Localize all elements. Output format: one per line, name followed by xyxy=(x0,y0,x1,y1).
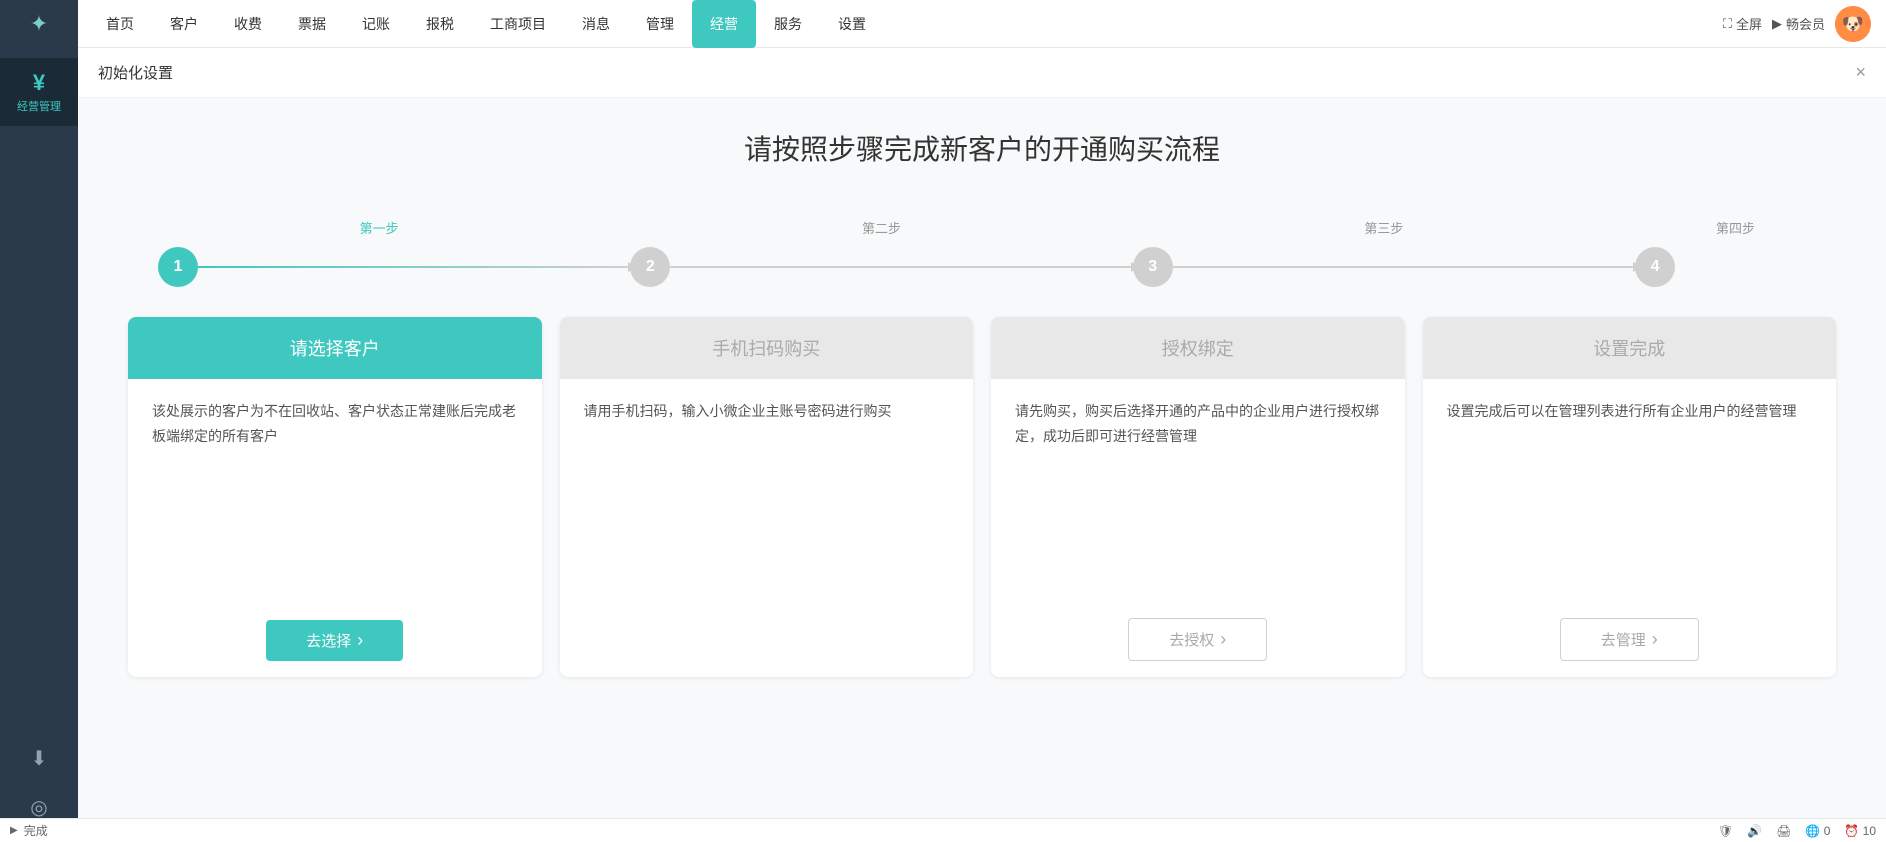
step3-circle: 3 xyxy=(1133,247,1173,287)
step3-btn-arrow: › xyxy=(1220,629,1226,650)
volume-icon: 🔊 xyxy=(1747,824,1762,838)
shield-icon: 🛡 xyxy=(1718,824,1733,838)
nav-billing[interactable]: 收费 xyxy=(216,0,280,48)
vip-label: 畅会员 xyxy=(1786,14,1825,33)
print-icon: 🖨 xyxy=(1776,824,1791,838)
nav-message[interactable]: 消息 xyxy=(564,0,628,48)
step-wrapper-4: 第四步 4 xyxy=(1635,218,1836,287)
step4-label: 第四步 xyxy=(1716,218,1755,237)
step2-connector xyxy=(670,266,1132,268)
step1-btn-arrow: › xyxy=(357,630,363,651)
step1-circle: 1 xyxy=(158,247,198,287)
step4-circle: 4 xyxy=(1635,247,1675,287)
content-area: 请按照步骤完成新客户的开通购买流程 第一步 1 第二步 2 xyxy=(78,98,1886,818)
play-icon: ▶ xyxy=(10,825,18,836)
close-button[interactable]: × xyxy=(1855,62,1866,83)
download-icon: ⬇ xyxy=(31,746,48,771)
fullscreen-label: 全屏 xyxy=(1736,14,1762,33)
vip-icon: ▶ xyxy=(1772,16,1782,32)
step4-card: 设置完成 设置完成后可以在管理列表进行所有企业用户的经营管理 去管理 › xyxy=(1423,317,1837,677)
step3-action-button[interactable]: 去授权 › xyxy=(1128,618,1267,661)
step3-card-body: 请先购买，购买后选择开通的产品中的企业用户进行授权绑定，成功后即可进行经营管理 xyxy=(991,379,1405,602)
page-header: 初始化设置 × xyxy=(78,48,1886,98)
step3-card: 授权绑定 请先购买，购买后选择开通的产品中的企业用户进行授权绑定，成功后即可进行… xyxy=(991,317,1405,677)
svg-text:🐶: 🐶 xyxy=(1842,14,1864,34)
step4-btn-label: 去管理 xyxy=(1601,629,1646,650)
top-navigation: ✦ 首页 客户 收费 票据 记账 报税 工商项目 消息 管理 经营 服务 设置 … xyxy=(0,0,1886,48)
step4-btn-arrow: › xyxy=(1652,629,1658,650)
step2-card-body: 请用手机扫码，输入小微企业主账号密码进行购买 xyxy=(560,379,974,645)
sidebar-item-finance[interactable]: ¥ 经营管理 xyxy=(0,58,78,126)
logo-icon: ✦ xyxy=(30,11,48,37)
fullscreen-icon: ⛶ xyxy=(1723,16,1732,32)
nav-operations[interactable]: 经营 xyxy=(692,0,756,48)
sidebar-item-label: 经营管理 xyxy=(17,100,61,114)
step2-label: 第二步 xyxy=(862,218,901,237)
step-wrapper-2: 第二步 2 xyxy=(630,218,1132,287)
step1-card: 请选择客户 该处展示的客户为不在回收站、客户状态正常建账后完成老板端绑定的所有客… xyxy=(128,317,542,677)
step2-card-footer xyxy=(560,645,974,677)
nav-service[interactable]: 服务 xyxy=(756,0,820,48)
avatar[interactable]: 🐶 xyxy=(1835,6,1871,42)
cards-container: 请选择客户 该处展示的客户为不在回收站、客户状态正常建账后完成老板端绑定的所有客… xyxy=(128,317,1836,677)
step3-label: 第三步 xyxy=(1364,218,1403,237)
page-main-title: 请按照步骤完成新客户的开通购买流程 xyxy=(128,128,1836,168)
step3-card-header: 授权绑定 xyxy=(991,317,1405,379)
step3-line: 3 xyxy=(1133,247,1635,287)
nav-invoice[interactable]: 票据 xyxy=(280,0,344,48)
main-content: 初始化设置 × 请按照步骤完成新客户的开通购买流程 第一步 1 第二步 xyxy=(78,48,1886,818)
step1-card-body: 该处展示的客户为不在回收站、客户状态正常建账后完成老板端绑定的所有客户 xyxy=(128,379,542,604)
step1-card-header: 请选择客户 xyxy=(128,317,542,379)
fullscreen-btn[interactable]: ⛶ 全屏 xyxy=(1723,14,1762,33)
nav-management[interactable]: 管理 xyxy=(628,0,692,48)
nav-industry[interactable]: 工商项目 xyxy=(472,0,564,48)
step4-action-button[interactable]: 去管理 › xyxy=(1560,618,1699,661)
status-label: 完成 xyxy=(24,822,48,839)
nav-home[interactable]: 首页 xyxy=(88,0,152,48)
steps-indicator: 第一步 1 第二步 2 xyxy=(128,218,1836,287)
step1-line: 1 xyxy=(128,247,630,287)
step1-label: 第一步 xyxy=(360,218,399,237)
nav-bookkeeping[interactable]: 记账 xyxy=(344,0,408,48)
step4-card-body: 设置完成后可以在管理列表进行所有企业用户的经营管理 xyxy=(1423,379,1837,602)
page-title: 初始化设置 xyxy=(98,62,173,83)
sidebar: ¥ 经营管理 ⬇ ◎ xyxy=(0,48,78,842)
status-right: 🛡 🔊 🖨 🌐 0 ⏰ 10 xyxy=(1718,824,1876,838)
step3-btn-label: 去授权 xyxy=(1169,629,1214,650)
vip-btn[interactable]: ▶ 畅会员 xyxy=(1772,14,1825,33)
finance-icon: ¥ xyxy=(33,70,45,96)
support-icon: ◎ xyxy=(30,795,47,820)
step4-card-footer: 去管理 › xyxy=(1423,602,1837,677)
step4-card-header: 设置完成 xyxy=(1423,317,1837,379)
step1-connector xyxy=(198,266,630,268)
step1-action-button[interactable]: 去选择 › xyxy=(266,620,403,661)
step3-card-footer: 去授权 › xyxy=(991,602,1405,677)
step2-card: 手机扫码购买 请用手机扫码，输入小微企业主账号密码进行购买 xyxy=(560,317,974,677)
nav-customer[interactable]: 客户 xyxy=(152,0,216,48)
nav-tax[interactable]: 报税 xyxy=(408,0,472,48)
step1-btn-label: 去选择 xyxy=(306,630,351,651)
step1-card-footer: 去选择 › xyxy=(128,604,542,677)
time-status: ⏰ 10 xyxy=(1844,824,1876,838)
network-status: 🌐 0 xyxy=(1805,824,1830,838)
nav-settings[interactable]: 设置 xyxy=(820,0,884,48)
logo-area: ✦ xyxy=(0,0,78,48)
step2-line: 2 xyxy=(630,247,1132,287)
step3-connector xyxy=(1173,266,1635,268)
nav-right: ⛶ 全屏 ▶ 畅会员 🐶 xyxy=(1723,6,1886,42)
step2-circle: 2 xyxy=(630,247,670,287)
step-wrapper-3: 第三步 3 xyxy=(1133,218,1635,287)
step-wrapper-1: 第一步 1 xyxy=(128,218,630,287)
step2-card-header: 手机扫码购买 xyxy=(560,317,974,379)
nav-items: 首页 客户 收费 票据 记账 报税 工商项目 消息 管理 经营 服务 设置 xyxy=(78,0,1723,48)
status-bar: ▶ 完成 🛡 🔊 🖨 🌐 0 ⏰ 10 xyxy=(0,818,1886,842)
sidebar-download[interactable]: ⬇ xyxy=(0,734,78,783)
step4-line: 4 xyxy=(1635,247,1836,287)
